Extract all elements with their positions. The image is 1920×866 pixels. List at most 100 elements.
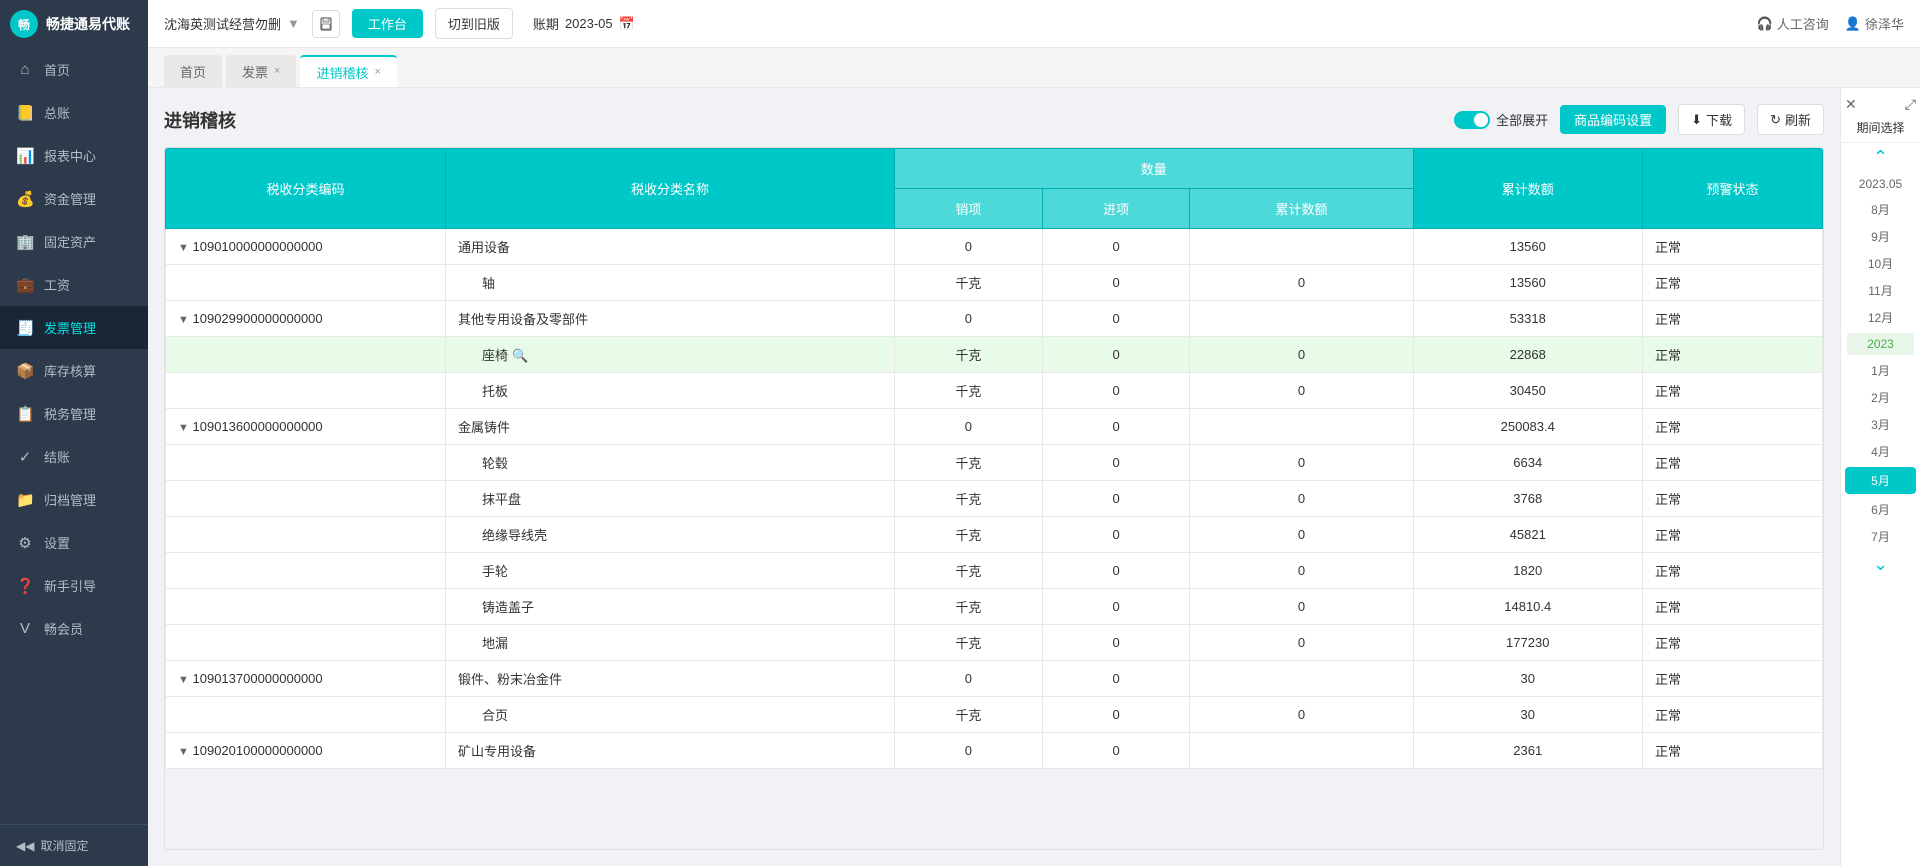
table-row: 铸造盖子 千克 0 0 14810.4 正常 xyxy=(166,589,1823,625)
cell-name: 矿山专用设备 xyxy=(446,733,895,769)
period-item[interactable]: 2023.05 xyxy=(1841,172,1920,196)
tab-reconcile-close[interactable]: × xyxy=(374,66,380,78)
page-actions: 全部展开 商品编码设置 ⬇ 下载 ↻ 刷新 xyxy=(1454,104,1824,135)
cell-total: 177230 xyxy=(1413,625,1643,661)
cell-name: 通用设备 xyxy=(446,229,895,265)
cell-unit: 千克 xyxy=(894,337,1042,373)
logo-icon: 畅 xyxy=(10,10,38,38)
sidebar-item-archive[interactable]: 📁归档管理 xyxy=(0,478,148,521)
period-item[interactable]: 5月 xyxy=(1845,467,1916,494)
sidebar-item-ledger[interactable]: 📒总账 xyxy=(0,91,148,134)
sidebar-item-invoice-mgr[interactable]: 🧾发票管理 xyxy=(0,306,148,349)
topbar-right: 🎧 人工咨询 👤 徐泽华 xyxy=(1757,14,1904,33)
cell-total: 2361 xyxy=(1413,733,1643,769)
sidebar-item-tax[interactable]: 📋税务管理 xyxy=(0,392,148,435)
collapse-arrow[interactable]: ▼ xyxy=(178,242,189,254)
period-item[interactable]: 8月 xyxy=(1841,196,1920,223)
search-icon[interactable]: 🔍 xyxy=(512,348,528,363)
period-item[interactable]: 11月 xyxy=(1841,277,1920,304)
workbench-btn[interactable]: 工作台 xyxy=(352,9,423,38)
collapse-arrow[interactable]: ▼ xyxy=(178,422,189,434)
collapse-arrow[interactable]: ▼ xyxy=(178,746,189,758)
cell-sale: 0 xyxy=(894,409,1042,445)
period-item[interactable]: 12月 xyxy=(1841,304,1920,331)
cell-code: ▼ 109010000000000000 xyxy=(166,229,446,265)
cell-sale: 0 xyxy=(1042,697,1190,733)
save-btn[interactable] xyxy=(312,10,340,38)
sidebar-label-member: 畅会员 xyxy=(44,619,83,638)
th-total: 累计数额 xyxy=(1413,149,1643,229)
table-row: 抹平盘 千克 0 0 3768 正常 xyxy=(166,481,1823,517)
tab-invoice[interactable]: 发票 × xyxy=(226,55,296,87)
right-panel: ✕ ⤢ 期间选择 ⌃ 2023.058月9月10月11月12月20231月2月3… xyxy=(1840,88,1920,866)
cell-sale: 0 xyxy=(1042,625,1190,661)
collapse-arrow[interactable]: ▼ xyxy=(178,314,189,326)
cell-sale: 0 xyxy=(1042,517,1190,553)
period-down-arrow[interactable]: ⌄ xyxy=(1869,550,1892,579)
cell-code xyxy=(166,697,446,733)
cell-code xyxy=(166,337,446,373)
tab-reconcile[interactable]: 进销稽核 × xyxy=(300,55,396,87)
th-warning: 预警状态 xyxy=(1643,149,1823,229)
sidebar-item-settings[interactable]: ⚙设置 xyxy=(0,521,148,564)
period-selector[interactable]: 账期 2023-05 📅 xyxy=(533,14,635,33)
cell-name: 抹平盘 xyxy=(446,481,895,517)
company-selector[interactable]: 沈海英测试经营勿删 ▼ xyxy=(164,14,300,33)
tab-home[interactable]: 首页 xyxy=(164,55,222,87)
refresh-btn[interactable]: ↻ 刷新 xyxy=(1757,104,1824,135)
calendar-icon: 📅 xyxy=(619,16,635,32)
sidebar-item-inventory[interactable]: 📦库存核算 xyxy=(0,349,148,392)
download-btn[interactable]: ⬇ 下载 xyxy=(1678,104,1745,135)
cancel-fixed-btn[interactable]: ◀◀ 取消固定 xyxy=(0,824,148,866)
sidebar-item-funds[interactable]: 💰资金管理 xyxy=(0,177,148,220)
period-item[interactable]: 10月 xyxy=(1841,250,1920,277)
user-info[interactable]: 👤 徐泽华 xyxy=(1845,14,1904,33)
sidebar-label-reports: 报表中心 xyxy=(44,146,96,165)
oldver-btn[interactable]: 切到旧版 xyxy=(435,8,513,39)
cell-total: 13560 xyxy=(1413,265,1643,301)
sidebar-item-wages[interactable]: 💼 工资 xyxy=(0,263,148,306)
expand-toggle[interactable] xyxy=(1454,111,1490,129)
sidebar-icon-home: ⌂ xyxy=(16,61,34,78)
sidebar-item-home[interactable]: ⌂首页 xyxy=(0,48,148,91)
period-item[interactable]: 6月 xyxy=(1841,496,1920,523)
period-item[interactable]: 1月 xyxy=(1841,357,1920,384)
period-item[interactable]: 9月 xyxy=(1841,223,1920,250)
sidebar-item-member[interactable]: V畅会员 xyxy=(0,607,148,650)
sidebar-item-settlement[interactable]: ✓结账 xyxy=(0,435,148,478)
sidebar-icon-wages: 💼 xyxy=(16,276,34,294)
sidebar-item-guide[interactable]: ❓新手引导 xyxy=(0,564,148,607)
period-item[interactable]: 4月 xyxy=(1841,438,1920,465)
period-up-arrow[interactable]: ⌃ xyxy=(1869,143,1892,172)
period-item[interactable]: 2023 xyxy=(1847,333,1914,355)
period-item[interactable]: 7月 xyxy=(1841,523,1920,550)
cell-status: 正常 xyxy=(1643,337,1823,373)
cell-purchase: 0 xyxy=(1042,301,1190,337)
cell-status: 正常 xyxy=(1643,481,1823,517)
tab-invoice-close[interactable]: × xyxy=(274,65,280,77)
page-header: 进销稽核 全部展开 商品编码设置 ⬇ 下载 ↻ 刷新 xyxy=(164,104,1824,135)
tab-reconcile-label: 进销稽核 xyxy=(316,63,368,82)
cell-code: ▼ 109013600000000000 xyxy=(166,409,446,445)
period-item[interactable]: 2月 xyxy=(1841,384,1920,411)
th-purchase: 进项 xyxy=(1042,189,1190,229)
sidebar-label-archive: 归档管理 xyxy=(44,490,96,509)
setting-btn[interactable]: 商品编码设置 xyxy=(1560,105,1666,134)
cell-total: 3768 xyxy=(1413,481,1643,517)
app-name: 畅捷通易代账 xyxy=(46,14,130,34)
panel-close-icon[interactable]: ✕ xyxy=(1845,96,1857,113)
cell-total: 53318 xyxy=(1413,301,1643,337)
period-item[interactable]: 3月 xyxy=(1841,411,1920,438)
sidebar-item-reports[interactable]: 📊报表中心 xyxy=(0,134,148,177)
collapse-arrow[interactable]: ▼ xyxy=(178,674,189,686)
download-label: 下载 xyxy=(1706,110,1732,129)
service-btn[interactable]: 🎧 人工咨询 xyxy=(1757,14,1829,33)
cell-code xyxy=(166,517,446,553)
table-row: 座椅🔍 千克 0 0 22868 正常 xyxy=(166,337,1823,373)
period-select-title: 期间选择 xyxy=(1841,113,1920,143)
sidebar-item-assets[interactable]: 🏢固定资产 xyxy=(0,220,148,263)
cell-name: 锻件、粉末冶金件 xyxy=(446,661,895,697)
sidebar-label-wages: 工资 xyxy=(44,275,70,294)
panel-expand-icon[interactable]: ⤢ xyxy=(1905,96,1916,113)
cell-purchase: 0 xyxy=(1190,553,1413,589)
